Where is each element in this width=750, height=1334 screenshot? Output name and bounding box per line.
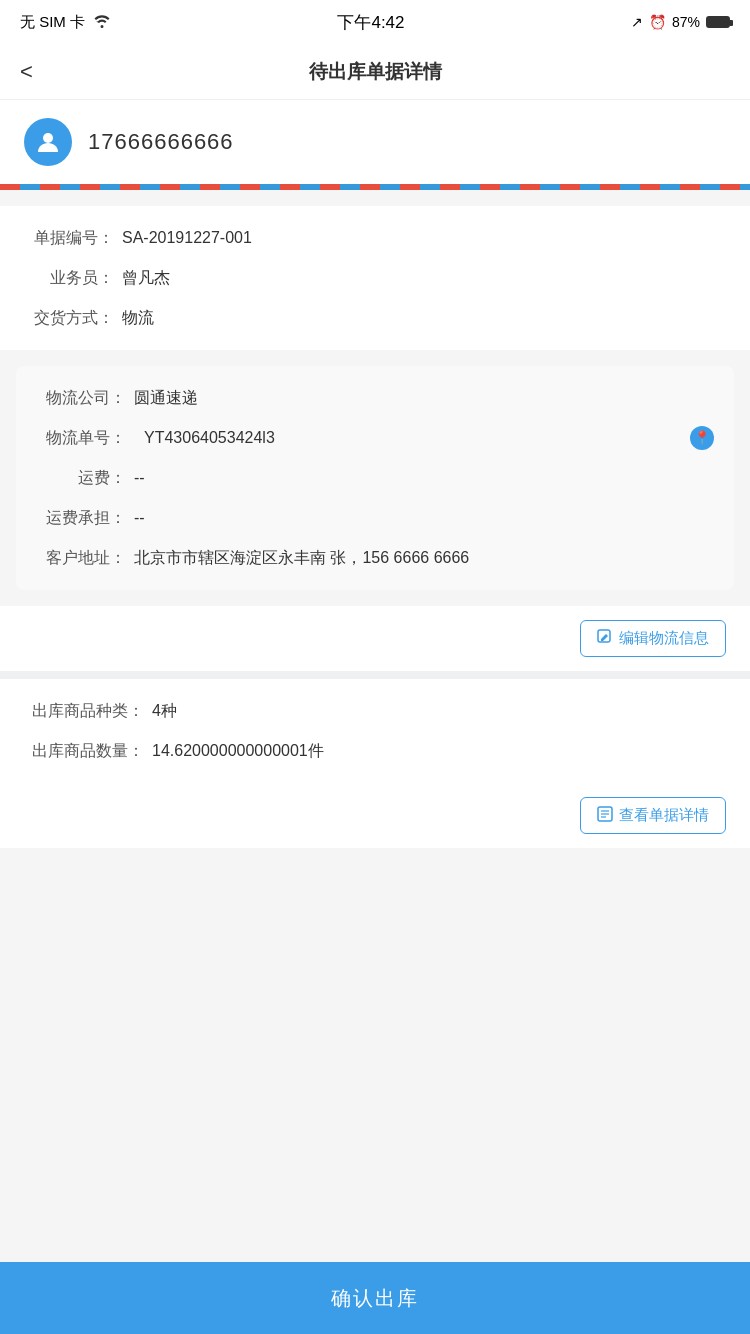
empty-space <box>0 848 750 1048</box>
goods-summary-section: 出库商品种类： 4种 出库商品数量： 14.620000000000001件 <box>0 679 750 783</box>
confirm-bar[interactable]: 确认出库 <box>0 1262 750 1334</box>
order-info-section: 单据编号： SA-20191227-001 业务员： 曾凡杰 交货方式： 物流 <box>0 206 750 350</box>
status-left: 无 SIM 卡 <box>20 13 111 32</box>
sales-person-value: 曾凡杰 <box>122 266 726 290</box>
freight-bearer-value: -- <box>134 506 714 530</box>
freight-row: 运费： -- <box>36 466 714 490</box>
location-status-icon: ↗ <box>631 14 643 30</box>
address-value: 北京市市辖区海淀区永丰南 张，156 6666 6666 <box>134 546 714 570</box>
view-detail-container: 查看单据详情 <box>0 783 750 848</box>
status-right: ↗ ⏰ 87% <box>631 14 730 30</box>
goods-types-label: 出库商品种类： <box>24 699 144 723</box>
goods-types-row: 出库商品种类： 4种 <box>24 699 726 723</box>
goods-quantity-value: 14.620000000000001件 <box>152 739 726 763</box>
edit-icon <box>597 629 613 648</box>
wifi-icon <box>93 14 111 31</box>
tracking-no-value: YT43064053424l3 <box>144 426 680 450</box>
battery-icon <box>706 16 730 28</box>
sales-person-label: 业务员： <box>24 266 114 290</box>
battery-label: 87% <box>672 14 700 30</box>
dashed-separator <box>0 184 750 190</box>
page-title: 待出库单据详情 <box>309 59 442 85</box>
logistics-company-value: 圆通速递 <box>134 386 714 410</box>
address-label: 客户地址： <box>36 546 126 570</box>
freight-value: -- <box>134 466 714 490</box>
logistics-section: 物流公司： 圆通速递 物流单号： YT43064053424l3 运费： -- … <box>16 366 734 590</box>
svg-point-0 <box>43 133 53 143</box>
back-button[interactable]: < <box>20 59 33 85</box>
tracking-no-row: 物流单号： YT43064053424l3 <box>36 426 714 450</box>
freight-bearer-label: 运费承担： <box>36 506 126 530</box>
view-detail-button[interactable]: 查看单据详情 <box>580 797 726 834</box>
confirm-button-label: 确认出库 <box>331 1285 419 1312</box>
goods-quantity-label: 出库商品数量： <box>24 739 144 763</box>
tracking-location-icon[interactable] <box>690 426 714 450</box>
alarm-icon: ⏰ <box>649 14 666 30</box>
delivery-method-label: 交货方式： <box>24 306 114 330</box>
view-detail-label: 查看单据详情 <box>619 806 709 825</box>
goods-quantity-row: 出库商品数量： 14.620000000000001件 <box>24 739 726 763</box>
list-icon <box>597 806 613 825</box>
carrier-label: 无 SIM 卡 <box>20 13 85 32</box>
content-area: 17666666666 单据编号： SA-20191227-001 业务员： 曾… <box>0 100 750 1148</box>
delivery-method-value: 物流 <box>122 306 726 330</box>
freight-label: 运费： <box>36 466 126 490</box>
nav-bar: < 待出库单据详情 <box>0 44 750 100</box>
order-no-label: 单据编号： <box>24 226 114 250</box>
customer-header: 17666666666 <box>0 100 750 184</box>
status-bar: 无 SIM 卡 下午4:42 ↗ ⏰ 87% <box>0 0 750 44</box>
sales-person-row: 业务员： 曾凡杰 <box>24 266 726 290</box>
section-divider <box>0 671 750 679</box>
address-row: 客户地址： 北京市市辖区海淀区永丰南 张，156 6666 6666 <box>36 546 714 570</box>
order-no-row: 单据编号： SA-20191227-001 <box>24 226 726 250</box>
freight-bearer-row: 运费承担： -- <box>36 506 714 530</box>
edit-logistics-container: 编辑物流信息 <box>0 606 750 671</box>
edit-logistics-label: 编辑物流信息 <box>619 629 709 648</box>
status-time: 下午4:42 <box>337 11 404 34</box>
customer-phone: 17666666666 <box>88 129 234 155</box>
goods-types-value: 4种 <box>152 699 726 723</box>
tracking-no-label: 物流单号： <box>36 426 126 450</box>
edit-logistics-button[interactable]: 编辑物流信息 <box>580 620 726 657</box>
logistics-company-label: 物流公司： <box>36 386 126 410</box>
logistics-company-row: 物流公司： 圆通速递 <box>36 386 714 410</box>
avatar <box>24 118 72 166</box>
delivery-method-row: 交货方式： 物流 <box>24 306 726 330</box>
order-no-value: SA-20191227-001 <box>122 226 726 250</box>
